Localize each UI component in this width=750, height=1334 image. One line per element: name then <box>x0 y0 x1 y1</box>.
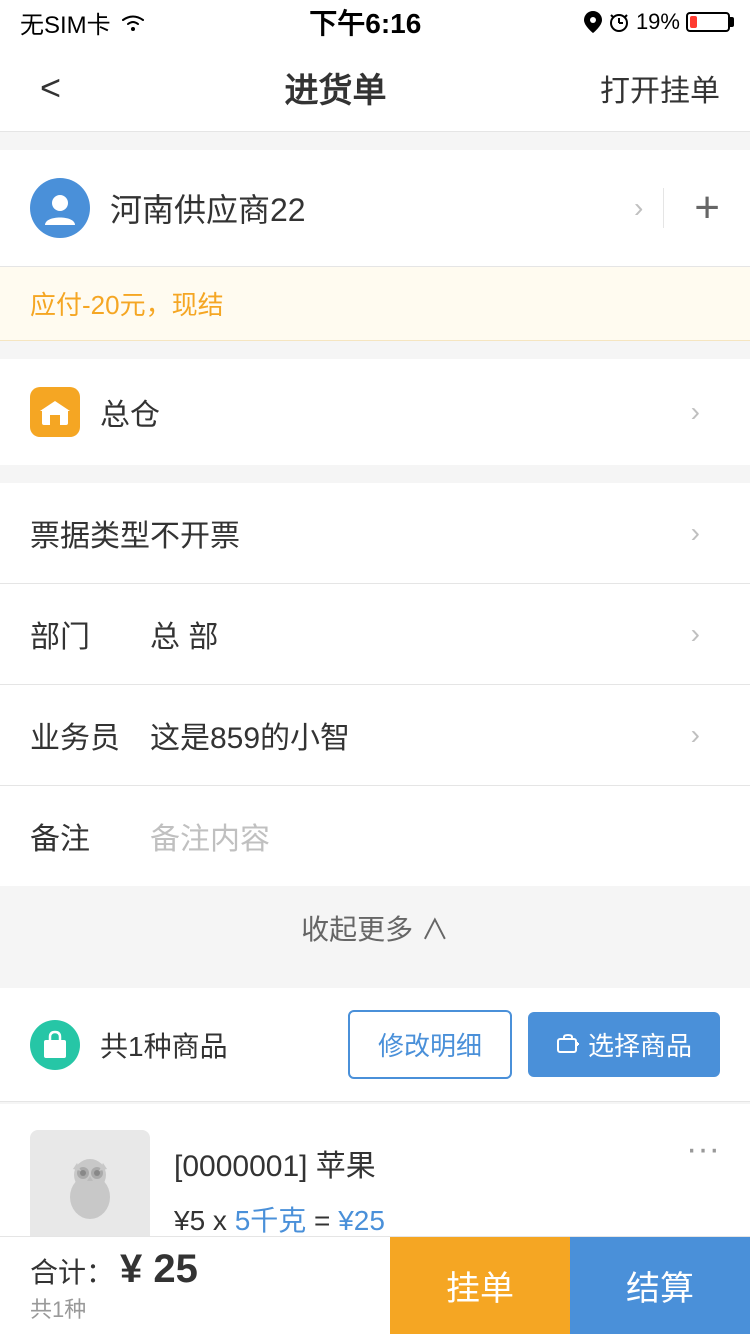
notice-banner: 应付-20元，现结 <box>0 267 750 341</box>
product-code: [0000001] <box>174 1150 316 1183</box>
invoice-label: 票据类型 <box>30 511 150 555</box>
edit-detail-button[interactable]: 修改明细 <box>348 1010 512 1079</box>
product-name: [0000001] 苹果 <box>174 1141 662 1185</box>
supplier-chevron-icon: › <box>634 192 643 224</box>
product-thumbnail <box>30 1130 150 1250</box>
open-hang-button[interactable]: 打开挂单 <box>600 66 720 110</box>
staff-row[interactable]: 业务员 这是859的小智 › <box>0 685 750 786</box>
dept-row[interactable]: 部门 总 部 › <box>0 584 750 685</box>
supplier-avatar <box>30 178 90 238</box>
total-amount: ¥ 25 <box>120 1247 198 1292</box>
section-gap-1 <box>0 132 750 150</box>
unit-price: ¥5 x <box>174 1205 235 1236</box>
add-supplier-button[interactable]: + <box>694 186 720 230</box>
hang-button[interactable]: 挂单 <box>390 1237 570 1334</box>
staff-value: 这是859的小智 <box>150 713 691 757</box>
product-info: [0000001] 苹果 ¥5 x 5千克 = ¥25 <box>174 1141 662 1239</box>
invoice-value: 不开票 <box>150 511 691 555</box>
remark-label: 备注 <box>30 814 150 858</box>
remark-row[interactable]: 备注 备注内容 <box>0 786 750 886</box>
cart-icon <box>556 1033 580 1057</box>
form-section: 票据类型 不开票 › 部门 总 部 › 业务员 这是859的小智 › 备注 备注… <box>0 483 750 886</box>
product-more-button[interactable]: ··· <box>686 1130 720 1169</box>
invoice-row[interactable]: 票据类型 不开票 › <box>0 483 750 584</box>
back-button[interactable]: < <box>30 57 71 119</box>
status-bar: 无SIM卡 下午6:16 19% <box>0 0 750 44</box>
wifi-icon <box>119 12 147 32</box>
select-product-button[interactable]: 选择商品 <box>528 1012 720 1077</box>
products-header: 共1种商品 修改明细 选择商品 <box>0 988 750 1102</box>
shopping-bag-icon <box>40 1030 70 1060</box>
warehouse-name: 总仓 <box>100 390 691 434</box>
dept-value: 总 部 <box>150 612 691 656</box>
staff-chevron-icon: › <box>691 719 700 751</box>
warehouse-row[interactable]: 总仓 › <box>0 359 750 465</box>
invoice-chevron-icon: › <box>691 517 700 549</box>
location-icon <box>584 11 602 33</box>
bottom-bar: 合计： ¥ 25 共1种 挂单 结算 <box>0 1236 750 1334</box>
vertical-divider <box>663 188 664 228</box>
alarm-icon <box>608 11 630 33</box>
product-count-icon-bg <box>30 1020 80 1070</box>
remark-input[interactable]: 备注内容 <box>150 814 720 858</box>
warehouse-chevron-icon: › <box>691 396 700 428</box>
dept-label: 部门 <box>30 612 150 656</box>
page-title: 进货单 <box>285 63 387 112</box>
total-text: 合计： <box>30 1251 114 1291</box>
battery-percent: 19% <box>636 9 680 35</box>
battery-fill <box>690 16 697 28</box>
status-time: 下午6:16 <box>309 2 421 42</box>
supplier-section: 河南供应商22 › + <box>0 150 750 267</box>
product-price-row: ¥5 x 5千克 = ¥25 <box>174 1199 662 1239</box>
nav-bar: < 进货单 打开挂单 <box>0 44 750 132</box>
staff-label: 业务员 <box>30 713 150 757</box>
checkout-button[interactable]: 结算 <box>570 1237 750 1334</box>
select-product-label: 选择商品 <box>588 1026 692 1063</box>
warehouse-section: 总仓 › <box>0 359 750 465</box>
carrier-text: 无SIM卡 <box>20 5 111 40</box>
status-left: 无SIM卡 <box>20 5 147 40</box>
product-title: 苹果 <box>316 1150 376 1183</box>
owl-logo-icon <box>55 1155 125 1225</box>
total-label: 合计： ¥ 25 <box>30 1247 360 1292</box>
battery-icon <box>686 12 730 32</box>
warehouse-icon-bg <box>30 387 80 437</box>
section-gap-2 <box>0 341 750 359</box>
supplier-avatar-icon <box>41 189 79 227</box>
total-section: 合计： ¥ 25 共1种 <box>0 1247 390 1324</box>
status-right: 19% <box>584 9 730 35</box>
dept-chevron-icon: › <box>691 618 700 650</box>
subtotal: ¥25 <box>338 1205 385 1236</box>
collapse-toggle[interactable]: 收起更多 ∧ <box>0 886 750 970</box>
warehouse-icon <box>40 397 70 427</box>
qty-value: 5千克 <box>235 1205 307 1236</box>
supplier-name[interactable]: 河南供应商22 <box>110 185 634 231</box>
equals-sign: = <box>306 1205 338 1236</box>
product-count-label: 共1种商品 <box>100 1025 348 1065</box>
section-gap-3 <box>0 465 750 483</box>
total-sub: 共1种 <box>30 1292 360 1324</box>
